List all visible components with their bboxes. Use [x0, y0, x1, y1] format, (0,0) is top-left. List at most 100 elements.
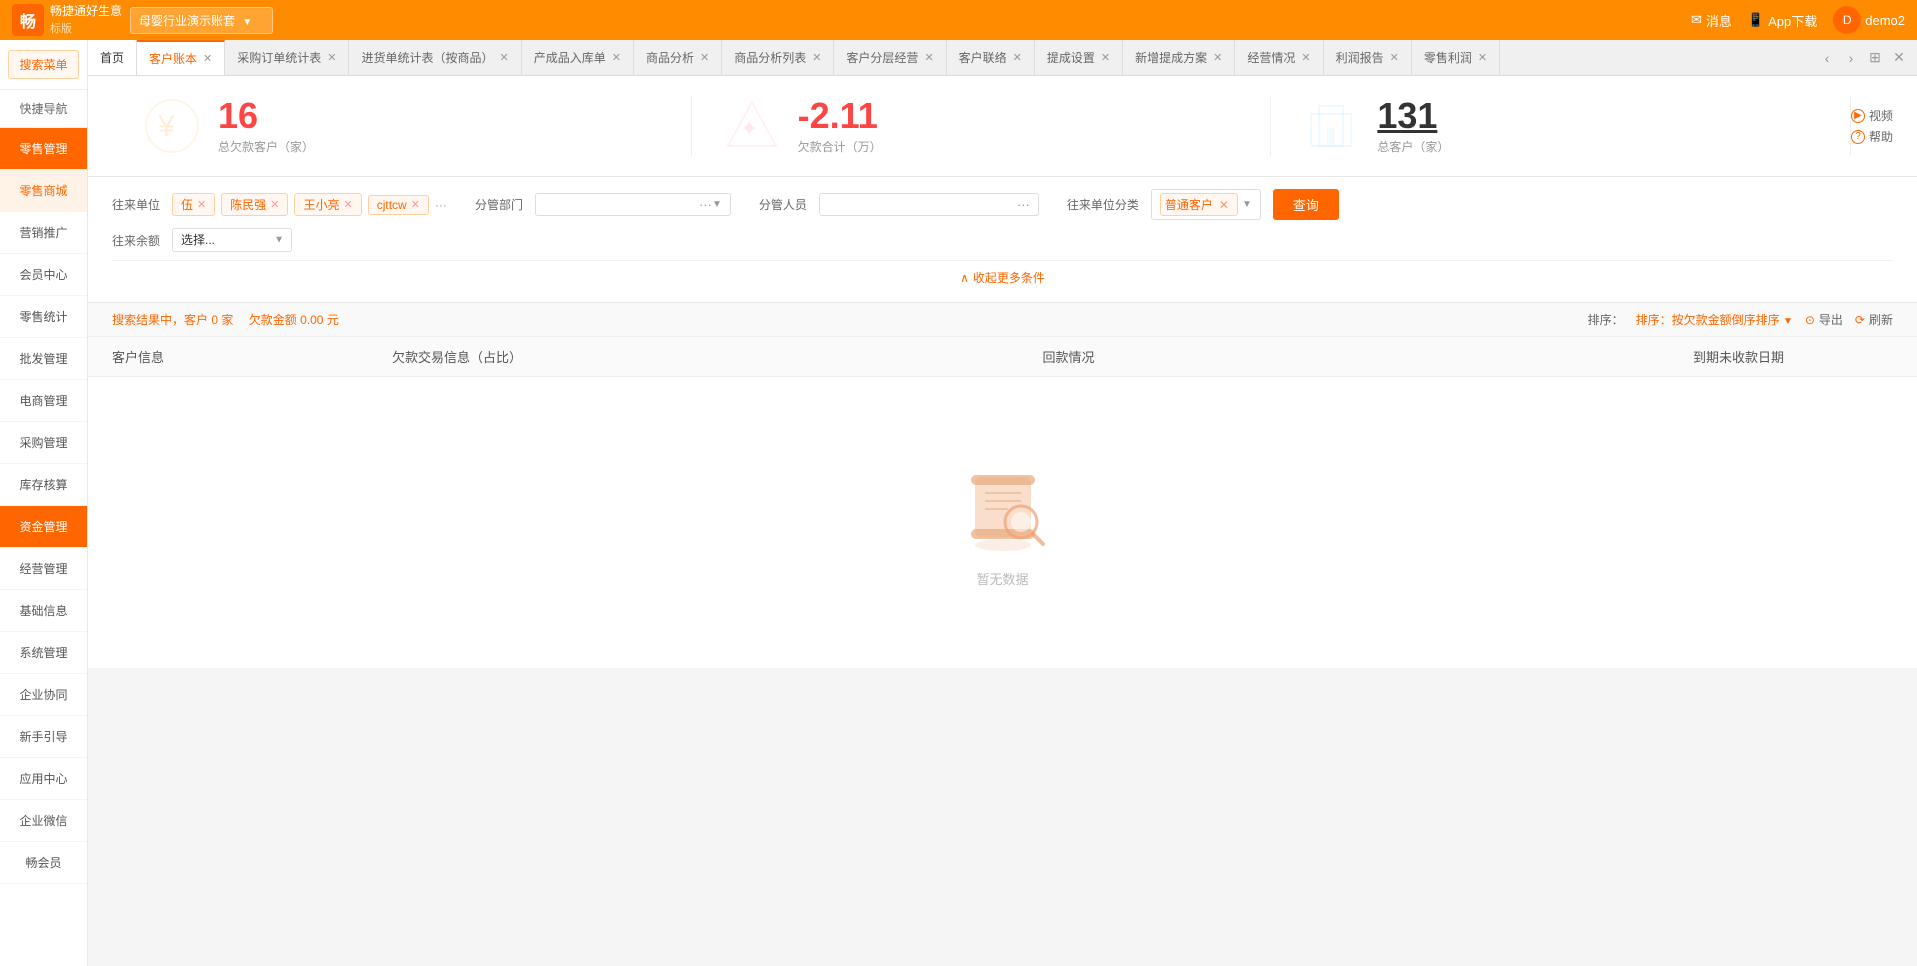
category-tag-close-icon[interactable]: ✕ — [1219, 198, 1229, 212]
filter-dept-label: 分管部门 — [475, 196, 523, 213]
tab-close-icon[interactable]: ✕ — [1013, 51, 1022, 64]
sidebar-item-finance[interactable]: 资金管理 — [0, 506, 87, 548]
sidebar-item-member-center[interactable]: 会员中心 — [0, 254, 87, 296]
tab-close-icon[interactable]: ✕ — [612, 51, 621, 64]
tab-expand-button[interactable]: ⊞ — [1865, 48, 1885, 68]
sidebar-item-system[interactable]: 系统管理 — [0, 632, 87, 674]
all-customers-value: 131 — [1377, 98, 1449, 134]
tab-close-icon[interactable]: ✕ — [1301, 51, 1310, 64]
sidebar-item-purchase[interactable]: 采购管理 — [0, 422, 87, 464]
tab-customer-ledger-label: 客户账本 — [149, 50, 197, 67]
query-button[interactable]: 查询 — [1273, 189, 1339, 220]
sidebar-item-chang-member[interactable]: 畅会员 — [0, 842, 87, 884]
tab-close-icon[interactable]: ✕ — [500, 51, 509, 64]
th-customer-info: 客户信息 — [112, 347, 392, 366]
tag-remove-icon[interactable]: ✕ — [344, 198, 353, 211]
filter-more-tags[interactable]: ··· — [435, 198, 447, 212]
filter-category-select[interactable]: 普通客户 ✕ ▼ — [1151, 189, 1261, 220]
tab-purchase-order-stats[interactable]: 采购订单统计表 ✕ — [225, 40, 349, 76]
tab-home[interactable]: 首页 — [88, 40, 137, 76]
category-chevron-icon: ▼ — [1242, 199, 1252, 210]
sidebar-item-retail-management[interactable]: 零售管理 — [0, 128, 87, 170]
tab-product-analysis-list[interactable]: 商品分析列表 ✕ — [722, 40, 834, 76]
filter-tag-wu[interactable]: 伍 ✕ — [172, 193, 215, 216]
filter-dept-input[interactable]: ··· ▼ — [535, 193, 731, 216]
message-button[interactable]: ✉ 消息 — [1691, 11, 1732, 30]
dept-input-field[interactable] — [544, 198, 699, 212]
sidebar-item-enterprise-collab[interactable]: 企业协同 — [0, 674, 87, 716]
filter-tag-wang[interactable]: 王小亮 ✕ — [294, 193, 361, 216]
tab-customer-ledger[interactable]: 客户账本 ✕ — [137, 40, 225, 76]
total-debt-value: -2.11 — [798, 98, 882, 134]
video-help-button[interactable]: ▶ 视频 — [1851, 107, 1893, 124]
empty-text: 暂无数据 — [976, 569, 1028, 588]
app-download-button[interactable]: 📱 App下载 — [1748, 11, 1817, 30]
tab-close-icon[interactable]: ✕ — [1213, 51, 1222, 64]
tag-remove-icon[interactable]: ✕ — [411, 198, 420, 211]
tab-profit-report[interactable]: 利润报告 ✕ — [1324, 40, 1412, 76]
tab-close-all-button[interactable]: ✕ — [1889, 48, 1909, 68]
filter-tag-cjttcw[interactable]: cjttcw ✕ — [368, 195, 429, 215]
tab-retail-profit[interactable]: 零售利润 ✕ — [1412, 40, 1500, 76]
quick-nav-button[interactable]: 快捷导航 — [0, 90, 87, 128]
tab-prev-button[interactable]: ‹ — [1817, 48, 1837, 68]
tab-commission-settings[interactable]: 提成设置 ✕ — [1035, 40, 1123, 76]
sidebar-item-wholesale[interactable]: 批发管理 — [0, 338, 87, 380]
export-icon: ⊙ — [1805, 313, 1815, 327]
refresh-button[interactable]: ⟳ 刷新 — [1855, 311, 1893, 328]
th-due-date: 到期未收款日期 — [1693, 347, 1893, 366]
tab-customer-tier[interactable]: 客户分层经营 ✕ — [834, 40, 946, 76]
collapse-filter-button[interactable]: ∧ 收起更多条件 — [952, 265, 1053, 290]
tab-next-button[interactable]: › — [1841, 48, 1861, 68]
th-debt-info: 欠款交易信息（占比） — [392, 347, 1043, 366]
sidebar-item-retail-mall[interactable]: 零售商城 — [0, 170, 87, 212]
filter-tag-chen[interactable]: 陈民强 ✕ — [221, 193, 288, 216]
tab-customer-contact[interactable]: 客户联络 ✕ — [947, 40, 1035, 76]
dept-more-icon[interactable]: ··· — [699, 197, 712, 212]
tag-remove-icon[interactable]: ✕ — [197, 198, 206, 211]
category-tag-normal: 普通客户 ✕ — [1160, 193, 1238, 216]
person-more-icon[interactable]: ··· — [1017, 197, 1030, 212]
main-content: ¥ 16 总欠款客户（家） — [88, 76, 1917, 966]
tab-close-icon[interactable]: ✕ — [700, 51, 709, 64]
sidebar-item-inventory[interactable]: 库存核算 — [0, 464, 87, 506]
avatar: D — [1833, 6, 1861, 34]
tab-close-icon[interactable]: ✕ — [1101, 51, 1110, 64]
tab-close-icon[interactable]: ✕ — [203, 52, 212, 65]
logo-icon: 畅 — [12, 4, 44, 36]
text-help-button[interactable]: ? 帮助 — [1851, 128, 1893, 145]
sidebar-item-operation[interactable]: 经营管理 — [0, 548, 87, 590]
summary-card-total-customers: 131 总客户（家） — [1271, 96, 1851, 156]
tab-production-inbound[interactable]: 产成品入库单 ✕ — [522, 40, 634, 76]
account-selector[interactable]: 母婴行业演示账套 ▼ — [130, 7, 273, 34]
tab-close-icon[interactable]: ✕ — [924, 51, 933, 64]
total-customers-value: 16 — [218, 98, 314, 134]
person-input-field[interactable] — [828, 198, 1017, 212]
user-menu[interactable]: D demo2 — [1833, 6, 1905, 34]
tab-close-icon[interactable]: ✕ — [327, 51, 336, 64]
search-menu-button[interactable]: 搜索菜单 — [8, 50, 79, 79]
tab-close-icon[interactable]: ✕ — [1390, 51, 1399, 64]
sidebar-item-app-center[interactable]: 应用中心 — [0, 758, 87, 800]
tab-add-commission-plan[interactable]: 新增提成方案 ✕ — [1123, 40, 1235, 76]
tab-close-icon[interactable]: ✕ — [812, 51, 821, 64]
sidebar: 搜索菜单 快捷导航 零售管理 零售商城 营销推广 会员中心 零售统计 批发管理 — [0, 40, 88, 966]
sidebar-item-enterprise-wechat[interactable]: 企业微信 — [0, 800, 87, 842]
tab-product-analysis[interactable]: 商品分析 ✕ — [634, 40, 722, 76]
sidebar-item-basic-info[interactable]: 基础信息 — [0, 590, 87, 632]
tab-bar: 首页 客户账本 ✕ 采购订单统计表 ✕ 进货单统计表（按商品） ✕ 产成品入库单… — [88, 40, 1917, 76]
tab-goods-inbound-stats[interactable]: 进货单统计表（按商品） ✕ — [349, 40, 521, 76]
filter-person-input[interactable]: ··· — [819, 193, 1039, 216]
export-button[interactable]: ⊙ 导出 — [1805, 311, 1843, 328]
sidebar-item-ecommerce[interactable]: 电商管理 — [0, 380, 87, 422]
tab-close-icon[interactable]: ✕ — [1478, 51, 1487, 64]
sidebar-item-marketing[interactable]: 营销推广 — [0, 212, 87, 254]
sidebar-item-retail-stats[interactable]: 零售统计 — [0, 296, 87, 338]
sidebar-item-newbie-guide[interactable]: 新手引导 — [0, 716, 87, 758]
filter-unit-label: 往来单位 — [112, 196, 160, 213]
tag-remove-icon[interactable]: ✕ — [270, 198, 279, 211]
filter-section: 往来单位 伍 ✕ 陈民强 ✕ — [88, 177, 1917, 303]
sort-select[interactable]: 排序：按欠款金额倒序排序 ▼ — [1636, 311, 1793, 328]
filter-balance-select[interactable]: 选择... — [172, 228, 292, 252]
tab-business-status[interactable]: 经营情况 ✕ — [1235, 40, 1323, 76]
